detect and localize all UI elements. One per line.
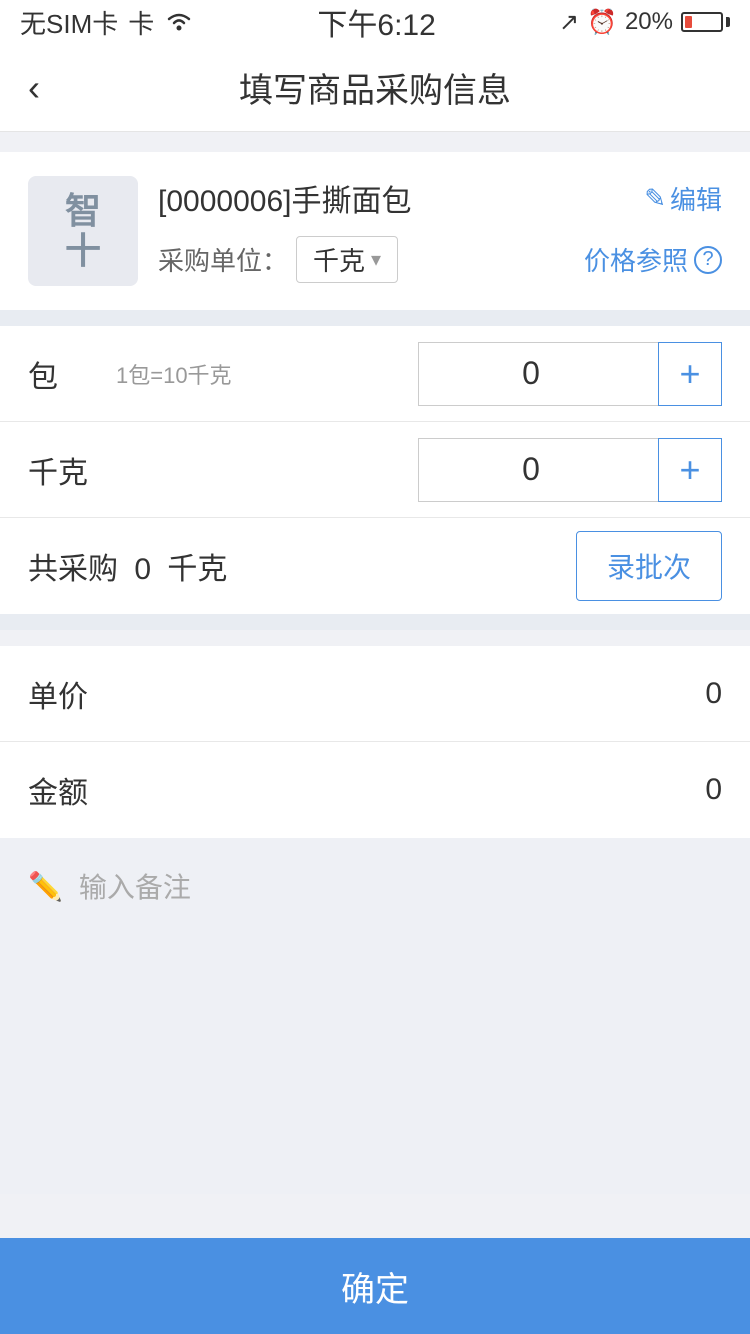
bag-input-row: 包 1包=10千克 + <box>0 326 750 422</box>
battery-icon <box>681 12 730 32</box>
bag-plus-button[interactable]: + <box>658 342 722 406</box>
product-info: [0000006]手撕面包 ✎ 编辑 采购单位： 千克 ▾ 价格参照 ? <box>158 176 722 283</box>
help-icon: ? <box>694 246 722 274</box>
kg-plus-button[interactable]: + <box>658 438 722 502</box>
dropdown-icon: ▾ <box>371 247 381 272</box>
price-ref-button[interactable]: 价格参照 ? <box>584 241 722 278</box>
kg-label: 千克 <box>28 448 108 492</box>
unit-price-row: 单价 0 <box>0 646 750 742</box>
product-logo: 智 十 <box>65 191 101 270</box>
kg-input-right: + <box>418 438 722 502</box>
bag-sub-label: 1包=10千克 <box>116 358 232 390</box>
purchase-unit-row: 采购单位： 千克 ▾ 价格参照 ? <box>158 236 722 283</box>
remark-section[interactable]: ✏️ 输入备注 <box>0 838 750 934</box>
bag-input-right: + <box>418 342 722 406</box>
location-icon: ↗ <box>559 8 579 37</box>
alarm-icon: ⏰ <box>587 8 617 37</box>
battery-percentage: 20% <box>625 8 673 36</box>
back-button[interactable]: ‹ <box>28 67 40 109</box>
edit-label: 编辑 <box>670 180 722 217</box>
edit-icon: ✎ <box>644 183 666 214</box>
amount-row: 金额 0 <box>0 742 750 838</box>
unit-label: 采购单位： <box>158 241 288 278</box>
total-label: 共采购 <box>28 553 118 586</box>
bag-label: 包 <box>28 352 108 396</box>
bottom-area <box>0 934 750 1194</box>
unit-value: 千克 <box>313 241 365 278</box>
product-image: 智 十 <box>28 176 138 286</box>
total-text: 共采购 0 千克 <box>28 544 227 588</box>
divider-2 <box>0 614 750 630</box>
batch-button[interactable]: 录批次 <box>576 531 722 601</box>
total-row: 共采购 0 千克 录批次 <box>0 518 750 614</box>
confirm-button[interactable]: 确定 <box>0 1238 750 1334</box>
bag-quantity-input[interactable] <box>418 342 658 406</box>
status-left: 无SIM卡 卡 <box>20 4 194 41</box>
kg-input-row: 千克 + <box>0 422 750 518</box>
total-value: 0 <box>134 553 151 586</box>
status-bar: 无SIM卡 卡 下午6:12 ↗ ⏰ 20% <box>0 0 750 44</box>
edit-button[interactable]: ✎ 编辑 <box>644 180 722 217</box>
amount-label: 金额 <box>28 768 88 812</box>
logo-line2: 十 <box>65 231 101 271</box>
divider-1 <box>0 310 750 326</box>
kg-quantity-input[interactable] <box>418 438 658 502</box>
unit-select-button[interactable]: 千克 ▾ <box>296 236 398 283</box>
price-ref-label: 价格参照 <box>584 241 688 278</box>
confirm-label: 确定 <box>341 1262 409 1311</box>
unit-price-value: 0 <box>705 677 722 711</box>
pencil-icon: ✏️ <box>28 870 63 903</box>
nav-bar: ‹ 填写商品采购信息 <box>0 44 750 132</box>
product-section: 智 十 [0000006]手撕面包 ✎ 编辑 采购单位： 千克 ▾ 价格参照 ? <box>0 152 750 310</box>
logo-line1: 智 <box>65 191 101 231</box>
carrier-text: 无SIM卡 <box>20 4 118 41</box>
remark-placeholder: 输入备注 <box>79 866 191 906</box>
price-section: 单价 0 金额 0 <box>0 646 750 838</box>
status-time: 下午6:12 <box>317 0 435 44</box>
input-section: 包 1包=10千克 + 千克 + <box>0 326 750 518</box>
product-name: [0000006]手撕面包 <box>158 176 411 220</box>
status-right: ↗ ⏰ 20% <box>559 8 730 37</box>
product-name-row: [0000006]手撕面包 ✎ 编辑 <box>158 176 722 220</box>
sim-icon: 卡 <box>128 4 154 41</box>
unit-price-label: 单价 <box>28 672 88 716</box>
total-unit: 千克 <box>167 553 227 586</box>
page-title: 填写商品采购信息 <box>239 63 511 112</box>
amount-value: 0 <box>705 773 722 807</box>
wifi-icon <box>164 7 194 38</box>
